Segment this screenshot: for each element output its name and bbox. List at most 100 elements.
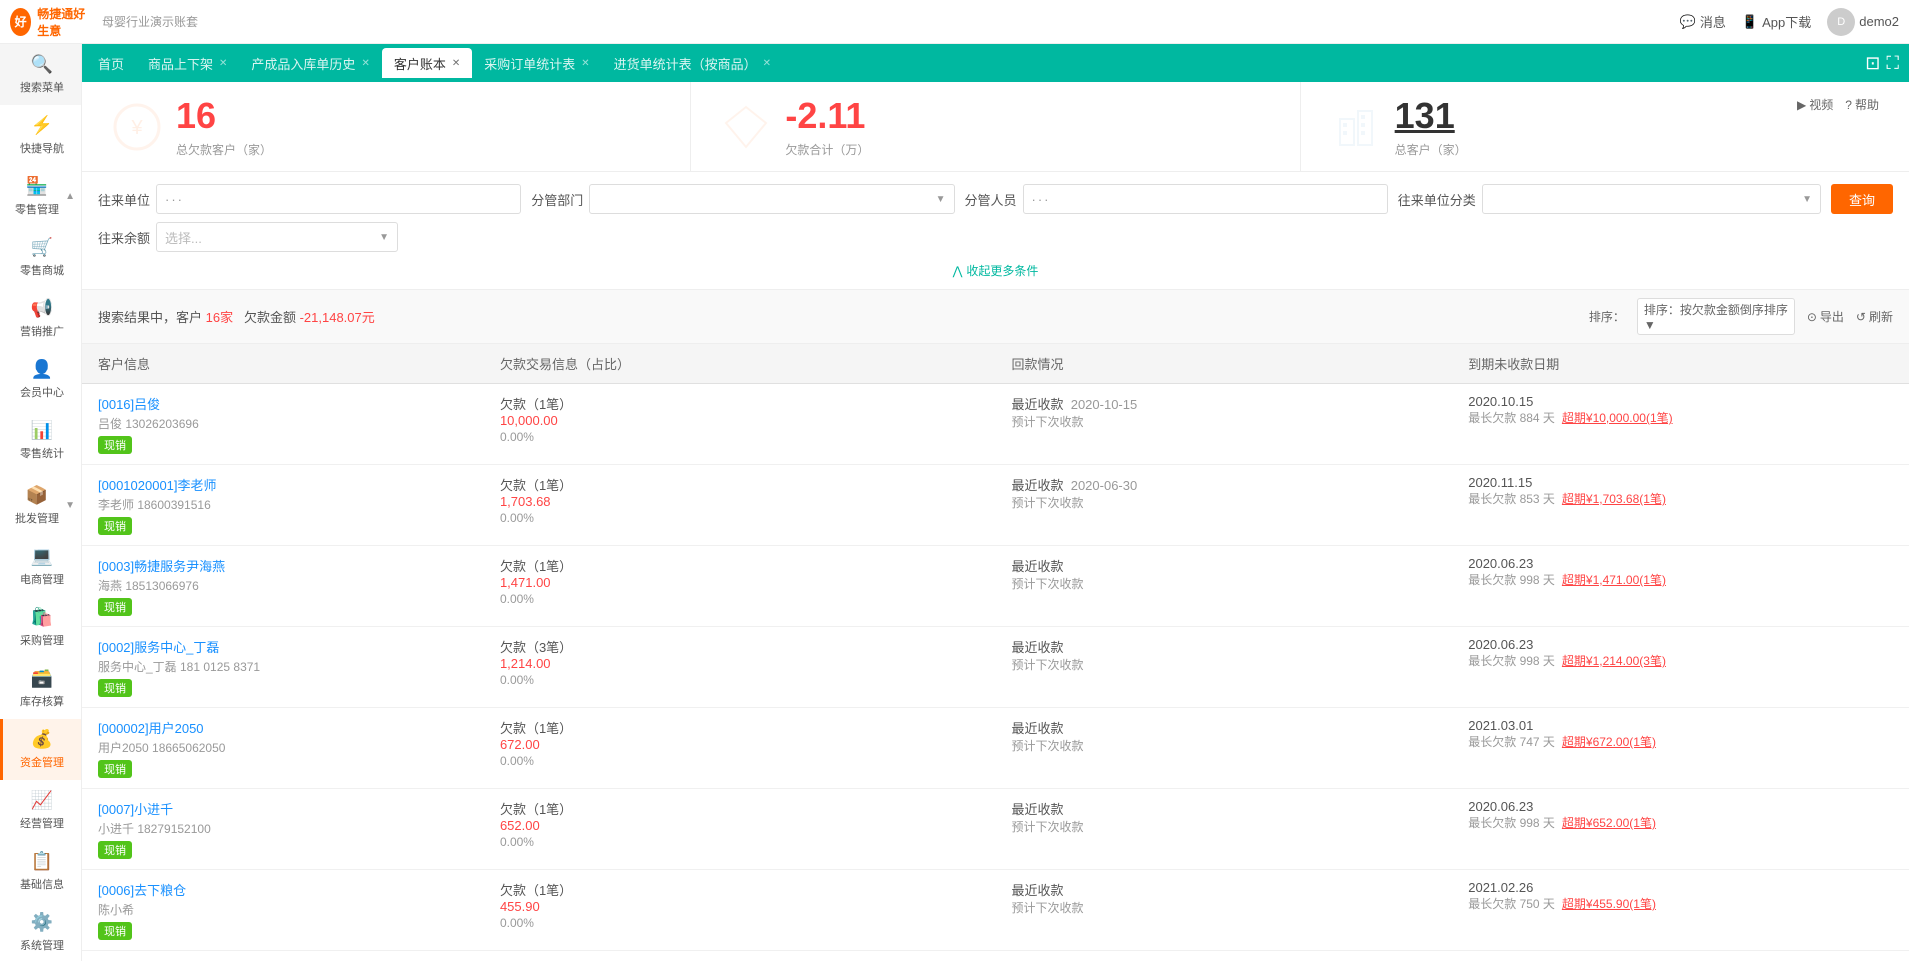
unit-category-input[interactable]: ▼: [1482, 184, 1821, 214]
balance-select[interactable]: 选择... ▼: [156, 222, 398, 252]
tab-purchase-stats[interactable]: 进货单统计表（按商品） ✕: [602, 48, 783, 78]
customer-name-3[interactable]: [0002]服务中心_丁磊: [98, 637, 468, 656]
customer-name-6[interactable]: [0006]去下粮仓: [98, 880, 468, 899]
sidebar-item-quick-nav[interactable]: ⚡ 快捷导航: [0, 105, 81, 166]
customer-name-1[interactable]: [0001020001]李老师: [98, 475, 468, 494]
overdue-info-5: 最长欠款 998 天 超期¥652.00(1笔): [1468, 814, 1893, 831]
debt-amount-2[interactable]: 1,471.00: [500, 575, 980, 590]
tab-purchase-order[interactable]: 采购订单统计表 ✕: [472, 48, 601, 78]
customer-name-4[interactable]: [000002]用户2050: [98, 718, 468, 737]
sidebar-item-retail-stats[interactable]: 📊 零售统计: [0, 410, 81, 471]
tab-purchase-order-close[interactable]: ✕: [581, 58, 589, 69]
video-btn[interactable]: ▶ 视频: [1797, 96, 1833, 113]
next-pay-label-4: 预计下次收款: [1011, 737, 1436, 754]
result-info: 搜索结果中，客户 16家 欠款金额 -21,148.07元: [98, 307, 375, 326]
overdue-amount-6[interactable]: 超期¥455.90(1笔): [1562, 897, 1656, 911]
tab-products-label: 商品上下架: [148, 54, 213, 73]
quick-nav-icon: ⚡: [31, 115, 53, 136]
sidebar-item-finance[interactable]: 💰 资金管理: [0, 719, 81, 780]
next-pay-label-1: 预计下次收款: [1011, 494, 1436, 511]
tab-expand-icon[interactable]: ⛶: [1886, 53, 1899, 74]
next-pay-label-3: 预计下次收款: [1011, 656, 1436, 673]
sidebar-item-membership[interactable]: 👤 会员中心: [0, 349, 81, 410]
cell-repayment-4: 最近收款 预计下次收款: [995, 708, 1452, 789]
sidebar-item-inventory[interactable]: 🗃️ 库存核算: [0, 658, 81, 719]
sidebar-item-search[interactable]: 🔍 搜索菜单: [0, 44, 81, 105]
export-btn[interactable]: ⊙ 导出: [1807, 308, 1844, 325]
tab-home[interactable]: 首页: [86, 48, 136, 78]
app-download-btn[interactable]: 📱 App下载: [1742, 12, 1811, 31]
cell-due-0: 2020.10.15 最长欠款 884 天 超期¥10,000.00(1笔): [1452, 384, 1909, 465]
balance-arrow-icon: ▼: [379, 232, 389, 243]
overdue-amount-5[interactable]: 超期¥652.00(1笔): [1562, 816, 1656, 830]
user-avatar[interactable]: D demo2: [1827, 8, 1899, 36]
sidebar-label-retail-mall: 零售商城: [20, 262, 64, 278]
sidebar-item-retail-mgmt[interactable]: 🏪 零售管理 ▲: [0, 166, 81, 227]
diamond-icon: [721, 102, 771, 152]
debt-amount-0[interactable]: 10,000.00: [500, 413, 980, 428]
tab-customer-account[interactable]: 客户账本 ✕: [382, 48, 472, 78]
tab-products[interactable]: 商品上下架 ✕: [136, 48, 239, 78]
sidebar-label-finance: 资金管理: [20, 754, 64, 770]
sidebar-label-ecommerce: 电商管理: [20, 571, 64, 587]
sidebar-item-ecommerce[interactable]: 💻 电商管理: [0, 536, 81, 597]
sidebar-label-quick-nav: 快捷导航: [20, 140, 64, 156]
source-unit-dots: ···: [165, 192, 184, 207]
customer-name-2[interactable]: [0003]畅捷服务尹海燕: [98, 556, 468, 575]
due-date-5: 2020.06.23: [1468, 799, 1893, 814]
cell-customer-6: [0006]去下粮仓 陈小希 现销: [82, 870, 484, 951]
customer-sub-2: 海燕 18513066976: [98, 577, 468, 594]
overdue-amount-4[interactable]: 超期¥672.00(1笔): [1562, 735, 1656, 749]
tab-customer-account-close[interactable]: ✕: [452, 58, 460, 69]
debt-amount-1[interactable]: 1,703.68: [500, 494, 980, 509]
sort-arrow-icon: ▼: [1644, 318, 1788, 332]
table-row: [0007]小进千 小进千 18279152100 现销 欠款（1笔） 652.…: [82, 789, 1909, 870]
overdue-amount-1[interactable]: 超期¥1,703.68(1笔): [1562, 492, 1666, 506]
stat-block-debt-total: -2.11 欠款合计（万）: [691, 82, 1300, 171]
debt-amount-5[interactable]: 652.00: [500, 818, 980, 833]
stat-debt-total-label: 欠款合计（万）: [785, 141, 869, 158]
phone-icon: 📱: [1742, 14, 1758, 30]
dept-input[interactable]: ▼: [589, 184, 954, 214]
message-btn[interactable]: 💬 消息: [1680, 12, 1726, 31]
cell-repayment-5: 最近收款 预计下次收款: [995, 789, 1452, 870]
source-unit-input[interactable]: ···: [156, 184, 521, 214]
debt-amount-4[interactable]: 672.00: [500, 737, 980, 752]
overdue-amount-2[interactable]: 超期¥1,471.00(1笔): [1562, 573, 1666, 587]
sidebar-item-retail-mall[interactable]: 🛒 零售商城: [0, 227, 81, 288]
next-pay-label-6: 预计下次收款: [1011, 899, 1436, 916]
search-button[interactable]: 查询: [1831, 184, 1893, 214]
cell-debt-4: 欠款（1笔） 672.00 0.00%: [484, 708, 996, 789]
sidebar-item-marketing[interactable]: 📢 营销推广: [0, 288, 81, 349]
table-row: [000001]黄思源 黄思源 13552700226 现销 欠款（1笔） 42…: [82, 951, 1909, 961]
customer-name-0[interactable]: [0016]吕俊: [98, 394, 468, 413]
debt-amount-3[interactable]: 1,214.00: [500, 656, 980, 671]
tab-purchase-stats-close[interactable]: ✕: [763, 58, 771, 69]
tab-products-close[interactable]: ✕: [219, 58, 227, 69]
sidebar-item-system[interactable]: ⚙️ 系统管理: [0, 902, 81, 961]
sidebar-item-purchase[interactable]: 🛍️ 采购管理: [0, 597, 81, 658]
refresh-btn[interactable]: ↺ 刷新: [1856, 308, 1893, 325]
cell-due-7: 2020.12.30 最长欠款 808 天 超期¥429.00(1笔): [1452, 951, 1909, 961]
sort-select[interactable]: 排序：按欠款金额倒序排序 ▼: [1637, 298, 1795, 335]
tab-purchase-history-close[interactable]: ✕: [361, 58, 369, 69]
tab-restore-icon[interactable]: ⊡: [1865, 53, 1880, 74]
debt-count-5: 欠款（1笔）: [500, 799, 980, 818]
sidebar-item-ops-mgmt[interactable]: 📈 经营管理: [0, 780, 81, 841]
manager-input[interactable]: ···: [1023, 184, 1388, 214]
sidebar-item-batch-mgmt[interactable]: 📦 批发管理 ▼: [0, 475, 81, 536]
debt-amount-6[interactable]: 455.90: [500, 899, 980, 914]
sidebar-item-basic-info[interactable]: 📋 基础信息: [0, 841, 81, 902]
sidebar-label-membership: 会员中心: [20, 384, 64, 400]
tab-purchase-history[interactable]: 产成品入库单历史 ✕: [239, 48, 381, 78]
cell-repayment-7: 最近收款 预计下次收款: [995, 951, 1452, 961]
customer-name-5[interactable]: [0007]小进千: [98, 799, 468, 818]
overdue-amount-3[interactable]: 超期¥1,214.00(3笔): [1562, 654, 1666, 668]
sidebar: 🔍 搜索菜单 ⚡ 快捷导航 🏪 零售管理 ▲ 🛒 零售商城 📢 营销推广: [0, 44, 82, 961]
overdue-amount-0[interactable]: 超期¥10,000.00(1笔): [1562, 411, 1673, 425]
overdue-info-0: 最长欠款 884 天 超期¥10,000.00(1笔): [1468, 409, 1893, 426]
collapse-row[interactable]: ⋀ 收起更多条件: [98, 260, 1893, 281]
system-icon: ⚙️: [31, 912, 53, 933]
cell-debt-2: 欠款（1笔） 1,471.00 0.00%: [484, 546, 996, 627]
help-btn[interactable]: ? 帮助: [1845, 96, 1879, 113]
